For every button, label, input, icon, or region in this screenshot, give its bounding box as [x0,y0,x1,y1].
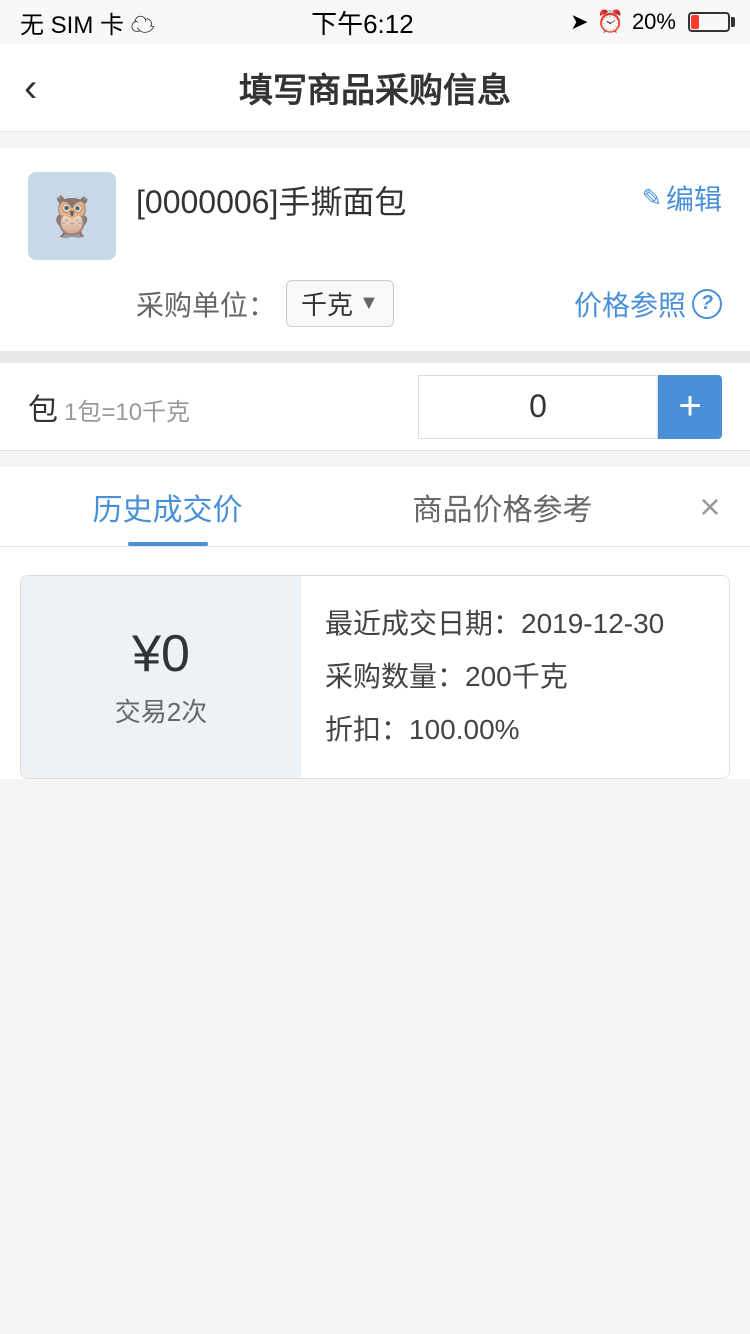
battery-percent: 20% [632,9,676,35]
recent-date-label: 最近成交日期： [325,608,521,639]
tab-section: 历史成交价 商品价格参考 × ¥0 交易2次 最近成交日期：2019-12-30… [0,467,750,779]
quantity-input[interactable]: 0 [418,375,658,439]
qty-detail-label: 采购数量： [325,661,465,692]
edit-button[interactable]: ✎ 编辑 [642,178,722,218]
quantity-value: 0 [529,388,547,425]
status-right: ➤ ⏰ 20% [570,9,730,35]
history-detail-panel: 最近成交日期：2019-12-30 采购数量：200千克 折扣：100.00% [301,576,729,778]
product-name: [0000006]手撕面包 [136,180,406,225]
product-header: 🦉 [0000006]手撕面包 ✎ 编辑 [28,172,722,260]
status-bar: 无 SIM 卡 ☁ 下午6:12 ➤ ⏰ 20% [0,0,750,44]
unit-select[interactable]: 千克 ▼ [286,280,394,327]
status-left: 无 SIM 卡 ☁ [20,5,155,40]
discount-value: 100.00% [409,714,520,745]
nav-bar: ‹ 填写商品采购信息 [0,44,750,132]
tab-history-price[interactable]: 历史成交价 [0,467,335,546]
tab-price-ref[interactable]: 商品价格参考 [335,467,670,546]
unit-label: 采购单位： [136,284,276,324]
quantity-row: 包 1包=10千克 0 + [0,363,750,451]
plus-icon: + [678,384,701,429]
discount-label: 折扣： [325,714,409,745]
product-left: 🦉 [0000006]手撕面包 [28,172,642,260]
tab-price-ref-label: 商品价格参考 [413,485,593,529]
quantity-input-area: 0 + [190,375,722,439]
recent-date-value: 2019-12-30 [521,608,664,639]
tab-history-price-label: 历史成交价 [93,485,243,529]
edit-label: 编辑 [666,178,722,218]
qty-unit: 包 [28,385,58,429]
price-ref-help-icon: ? [692,289,722,319]
qty-detail-line: 采购数量：200千克 [325,657,705,696]
back-button[interactable]: ‹ [24,68,37,108]
sim-signal-text: 无 SIM 卡 ☁ [20,5,155,40]
close-icon: × [699,486,720,528]
tab-close-button[interactable]: × [670,467,750,546]
dropdown-arrow-icon: ▼ [359,292,379,315]
divider [0,351,750,363]
price-ref-label: 价格参照 [574,284,686,324]
quantity-plus-button[interactable]: + [658,375,722,439]
battery-icon [688,12,730,32]
quantity-label: 包 1包=10千克 [28,385,190,429]
price-ref-button[interactable]: 价格参照 ? [574,284,722,324]
history-card: ¥0 交易2次 最近成交日期：2019-12-30 采购数量：200千克 折扣：… [20,575,730,779]
recent-date-line: 最近成交日期：2019-12-30 [325,604,705,643]
tab-header: 历史成交价 商品价格参考 × [0,467,750,547]
discount-line: 折扣：100.00% [325,710,705,749]
location-icon: ➤ [570,9,588,35]
alarm-icon: ⏰ [597,9,624,35]
price-yen-symbol: ¥ [132,625,161,683]
status-time: 下午6:12 [311,4,414,41]
qty-detail-value: 200千克 [465,661,568,692]
history-price-value: ¥0 [132,624,190,684]
product-thumbnail: 🦉 [28,172,116,260]
product-unit-row: 采购单位： 千克 ▼ 价格参照 ? [28,280,722,327]
history-trade-count: 交易2次 [115,692,207,729]
edit-icon: ✎ [642,184,662,213]
page-title: 填写商品采购信息 [239,63,511,112]
unit-row-left: 采购单位： 千克 ▼ [136,280,394,327]
unit-value: 千克 [301,285,353,322]
price-number: 0 [161,625,190,683]
product-thumb-icon: 🦉 [47,193,97,240]
history-price-panel: ¥0 交易2次 [21,576,301,778]
product-card: 🦉 [0000006]手撕面包 ✎ 编辑 采购单位： 千克 ▼ 价格参照 ? [0,148,750,351]
qty-sub-label: 1包=10千克 [64,392,190,427]
